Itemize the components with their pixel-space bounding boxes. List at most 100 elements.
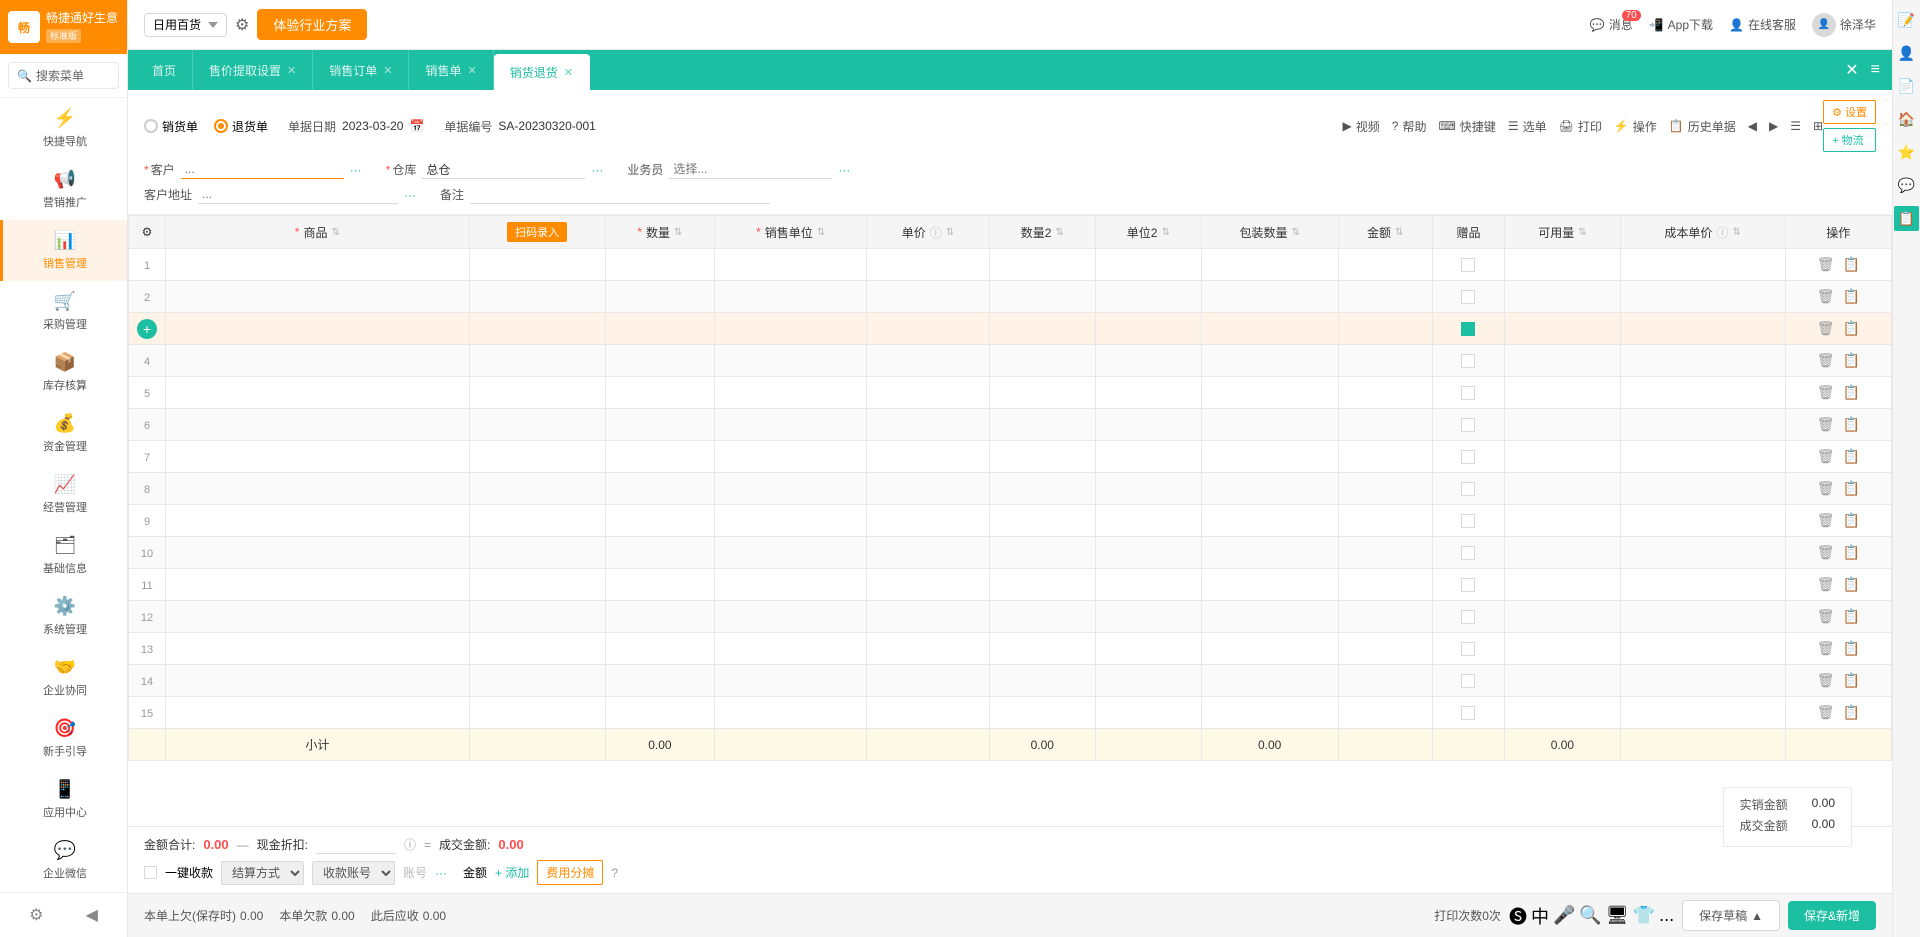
customer-input[interactable] [181, 160, 344, 179]
sidebar-item-zijin[interactable]: 💰 资金管理 [0, 403, 127, 464]
address-more-btn[interactable]: ··· [404, 188, 416, 202]
price-cell-1[interactable] [867, 249, 990, 281]
copy-icon-12[interactable]: 📋 [1842, 608, 1859, 625]
sidebar-item-kucun[interactable]: 📦 库存核算 [0, 342, 127, 403]
unit-cell-add[interactable] [715, 313, 867, 345]
delete-icon-12[interactable]: 🗑 [1817, 608, 1835, 625]
sidebar-item-yingxiao[interactable]: 📢 营销推广 [0, 159, 127, 220]
unit2-cell-add[interactable] [1095, 313, 1201, 345]
calc-method-select[interactable]: 结算方式 [221, 861, 304, 885]
discount-input[interactable] [316, 835, 396, 854]
goods-sort-icon[interactable]: ⇅ [331, 227, 339, 238]
copy-icon-10[interactable]: 📋 [1842, 544, 1859, 561]
add-row-btn[interactable]: + [137, 319, 157, 339]
delete-icon-4[interactable]: 🗑 [1817, 352, 1835, 369]
sidebar-item-jichu[interactable]: 🗂 基础信息 [0, 525, 127, 586]
delete-icon-5[interactable]: 🗑 [1817, 384, 1835, 401]
qty2-sort-icon[interactable]: ⇅ [1055, 227, 1063, 238]
copy-icon-5[interactable]: 📋 [1842, 384, 1859, 401]
taskbar-icon-1[interactable]: 🅢 [1509, 903, 1527, 929]
salesman-input[interactable] [669, 160, 832, 179]
taskbar-icon-6[interactable]: 👕 [1633, 905, 1655, 926]
logistics-btn[interactable]: + 物流 [1823, 128, 1876, 152]
sidebar-item-xiaoshou[interactable]: 📊 销售管理 [0, 220, 127, 281]
copy-icon-15[interactable]: 📋 [1842, 704, 1859, 721]
help-btn[interactable]: ? 帮助 [1392, 118, 1427, 135]
tab-close-price[interactable]: ✕ [287, 64, 296, 77]
fee-help-icon[interactable]: ? [611, 866, 618, 880]
view-grid-btn[interactable]: ⊞ [1813, 119, 1823, 133]
add-payment-btn[interactable]: + 添加 [495, 864, 529, 881]
rp-btn-active[interactable]: 📋 [1894, 206, 1919, 231]
copy-icon-13[interactable]: 📋 [1842, 640, 1859, 657]
tab-return[interactable]: 销货退货 ✕ [494, 54, 590, 90]
sidebar-item-qiye[interactable]: 🤝 企业协同 [0, 647, 127, 708]
message-btn[interactable]: 💬 消息 70 [1590, 16, 1633, 33]
delete-icon-2[interactable]: 🗑 [1817, 288, 1835, 305]
save-draft-btn[interactable]: 保存草稿 ▲ [1682, 900, 1780, 931]
search-button[interactable]: 🔍 搜索菜单 [8, 62, 119, 89]
address-input[interactable] [198, 185, 398, 204]
shortcut-btn[interactable]: ⌨ 快捷键 [1438, 118, 1495, 135]
select-bill-btn[interactable]: ☰ 选单 [1508, 118, 1547, 135]
taskbar-icon-3[interactable]: 🎤 [1553, 905, 1575, 926]
remark-input[interactable] [470, 185, 770, 204]
online-service-link[interactable]: 👤 在线客服 [1729, 16, 1796, 33]
settings-btn[interactable]: ⚙ 设置 [1823, 100, 1876, 124]
sidebar-item-jingying[interactable]: 📈 经营管理 [0, 464, 127, 525]
amount-cell-add[interactable] [1338, 313, 1432, 345]
copy-icon-add[interactable]: 📋 [1842, 320, 1859, 337]
copy-icon-9[interactable]: 📋 [1842, 512, 1859, 529]
pack-sort-icon[interactable]: ⇅ [1291, 227, 1299, 238]
user-menu[interactable]: 👤 徐泽华 [1812, 13, 1876, 37]
payment-checkbox[interactable] [144, 866, 157, 879]
cost-sort-icon[interactable]: ⇅ [1732, 227, 1740, 238]
help-discount[interactable]: ⓘ [404, 836, 416, 853]
warehouse-input[interactable] [422, 160, 585, 179]
qty2-cell-1[interactable] [989, 249, 1095, 281]
copy-icon-2[interactable]: 📋 [1842, 288, 1859, 305]
taskbar-icon-4[interactable]: 🔍 [1579, 905, 1601, 926]
unit-cell-2[interactable] [715, 281, 867, 313]
taskbar-icon-5[interactable]: 🖥 [1606, 905, 1629, 926]
delete-icon-8[interactable]: 🗑 [1817, 480, 1835, 497]
delete-icon-7[interactable]: 🗑 [1817, 448, 1835, 465]
unit-cell-1[interactable] [715, 249, 867, 281]
account-more-btn[interactable]: ··· [435, 866, 447, 880]
radio-tuihuo[interactable]: 退货单 [214, 118, 268, 135]
delete-icon-11[interactable]: 🗑 [1817, 576, 1835, 593]
rp-btn-4[interactable]: 🏠 [1894, 107, 1919, 132]
rp-btn-3[interactable]: 📄 [1894, 74, 1919, 99]
rp-btn-6[interactable]: 💬 [1894, 173, 1919, 198]
delete-icon-14[interactable]: 🗑 [1817, 672, 1835, 689]
tab-price-settings[interactable]: 售价提取设置 ✕ [193, 50, 313, 90]
warehouse-more-btn[interactable]: ··· [591, 163, 603, 177]
delete-icon-10[interactable]: 🗑 [1817, 544, 1835, 561]
goods-input-add[interactable] [174, 322, 461, 336]
price-sort-icon[interactable]: ⇅ [946, 227, 954, 238]
unit2-cell-2[interactable] [1095, 281, 1201, 313]
taskbar-icon-2[interactable]: 中 [1531, 903, 1549, 929]
sidebar-item-xitong[interactable]: ⚙️ 系统管理 [0, 586, 127, 647]
tab-close-bill[interactable]: ✕ [468, 64, 477, 77]
goods-cell-1[interactable] [166, 249, 470, 281]
unit-sort-icon[interactable]: ⇅ [817, 227, 825, 238]
tab-close-return[interactable]: ✕ [564, 66, 573, 79]
customer-more-btn[interactable]: ··· [350, 163, 362, 177]
scan-input-btn[interactable]: 扫码录入 [507, 222, 567, 242]
print-btn[interactable]: 🖨 打印 [1559, 118, 1602, 135]
fee-split-btn[interactable]: 费用分摊 [537, 860, 603, 885]
sidebar-item-kuaijie[interactable]: ⚡ 快捷导航 [0, 98, 127, 159]
qty2-cell-2[interactable] [989, 281, 1095, 313]
video-btn[interactable]: ▶ 视频 [1343, 118, 1380, 135]
taskbar-icon-7[interactable]: ... [1659, 905, 1674, 926]
available-sort-icon[interactable]: ⇅ [1578, 227, 1586, 238]
unit2-cell-1[interactable] [1095, 249, 1201, 281]
delete-icon-15[interactable]: 🗑 [1817, 704, 1835, 721]
copy-icon-6[interactable]: 📋 [1842, 416, 1859, 433]
qty-cell-2[interactable] [605, 281, 715, 313]
experience-btn[interactable]: 体验行业方案 [257, 9, 367, 40]
price-info-icon[interactable]: ⓘ [930, 224, 942, 241]
copy-icon-11[interactable]: 📋 [1842, 576, 1859, 593]
copy-icon-8[interactable]: 📋 [1842, 480, 1859, 497]
